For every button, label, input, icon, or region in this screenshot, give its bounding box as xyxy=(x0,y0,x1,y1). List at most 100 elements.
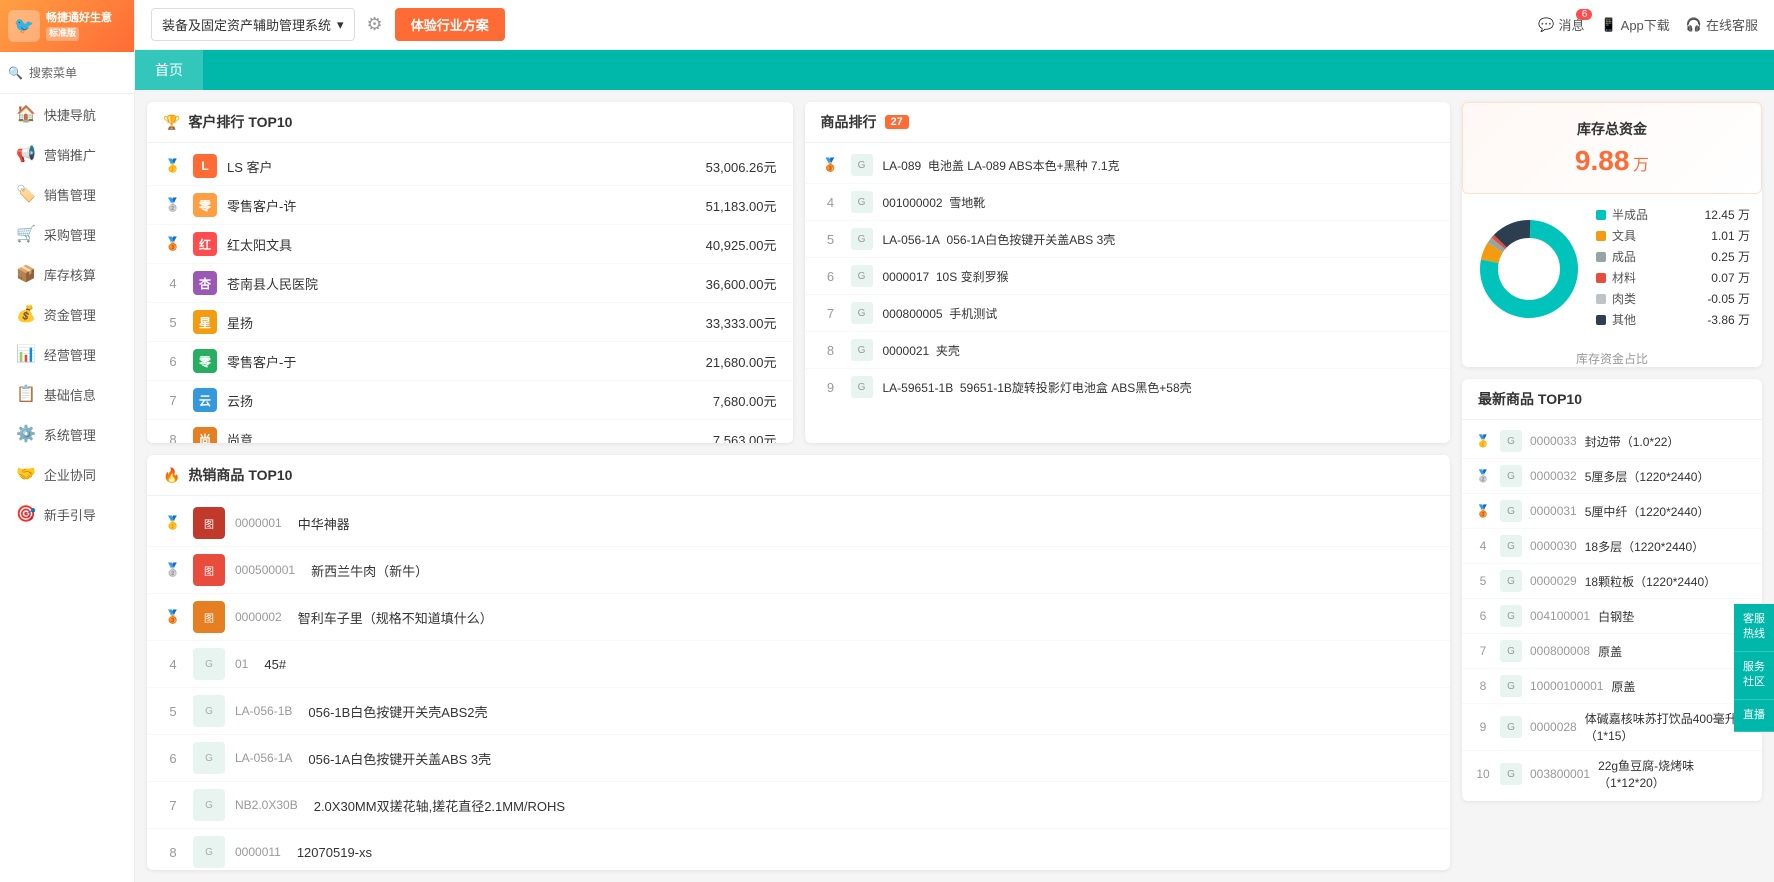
product-code: NB2.0X30B xyxy=(235,798,298,812)
hot-product-item[interactable]: 5 G LA-056-1B 056-1B白色按键开关壳ABS2壳 xyxy=(147,688,1450,735)
chevron-down-icon: ▾ xyxy=(337,17,344,33)
hot-product-item[interactable]: 6 G LA-056-1A 056-1A白色按键开关盖ABS 3壳 xyxy=(147,735,1450,782)
message-badge: 6 xyxy=(1576,9,1592,20)
customer-ranking-item[interactable]: 7 云 云扬 7,680.00元 xyxy=(147,381,793,420)
product-code: 0000001 xyxy=(235,516,282,530)
inventory-unit: 万 xyxy=(1633,157,1649,174)
sidebar: 🐦 畅捷通好生意 标准版 🔍 搜索菜单 🏠快捷导航📢营销推广🏷️销售管理🛒采购管… xyxy=(0,0,135,882)
latest-product-item[interactable]: 5 G 0000029 18颗粒板（1220*2440） xyxy=(1462,564,1762,599)
search-menu-button[interactable]: 🔍 搜索菜单 xyxy=(8,60,126,85)
customer-ranking-item[interactable]: 🥇 L LS 客户 53,006.26元 xyxy=(147,147,793,186)
customer-ranking-title: 客户排行 TOP10 xyxy=(188,112,292,132)
search-icon: 🔍 xyxy=(8,66,23,80)
product-thumb: G xyxy=(193,695,225,727)
online-service-action[interactable]: 🎧 在线客服 xyxy=(1686,15,1758,34)
pr-info: 001000002 雪地靴 xyxy=(883,194,1435,211)
legend-value: 12.45 万 xyxy=(1705,206,1750,223)
sidebar-item-销售管理[interactable]: 🏷️销售管理 xyxy=(0,174,134,214)
content-area: 🏆 客户排行 TOP10 🥇 L LS 客户 53,006.26元 🥈 零 零售… xyxy=(135,90,1774,882)
latest-product-item[interactable]: 9 G 0000028 体碱嘉核味苏打饮品400毫升（1*15） xyxy=(1462,704,1762,751)
product-right-ranking-card: 商品排行 27 🥉 G LA-089 电池盖 LA-089 ABS本色+黑种 7… xyxy=(805,102,1451,443)
message-action[interactable]: 💬 消息 6 xyxy=(1538,15,1584,34)
product-code: LA-056-1B xyxy=(235,704,292,718)
product-right-item[interactable]: 🥉 G LA-089 电池盖 LA-089 ABS本色+黑种 7.1克 xyxy=(805,147,1451,184)
lp-rank-num: 9 xyxy=(1474,720,1492,734)
product-name: 智利车子里（规格不知道填什么） xyxy=(298,608,493,627)
legend-label: 成品 xyxy=(1612,248,1705,265)
latest-product-item[interactable]: 8 G 10000100001 原盖 xyxy=(1462,669,1762,704)
sidebar-item-资金管理[interactable]: 💰资金管理 xyxy=(0,294,134,334)
customer-ranking-item[interactable]: 8 尚 尚意 7,563.00元 xyxy=(147,420,793,443)
rank-amount: 7,680.00元 xyxy=(713,391,777,410)
latest-product-item[interactable]: 🥇 G 0000033 封边带（1.0*22） xyxy=(1462,424,1762,459)
product-right-header: 商品排行 27 xyxy=(805,102,1451,143)
hot-products-card: 🔥 热销商品 TOP10 🥇 图 0000001 中华神器 🥈 图 000500… xyxy=(147,455,1450,870)
donut-legend: 半成品 12.45 万 文具 1.01 万 成品 0.25 万 材料 0.07 … xyxy=(1596,206,1750,332)
settings-button[interactable]: ⚙ xyxy=(367,14,383,35)
sidebar-item-库存核算[interactable]: 📦库存核算 xyxy=(0,254,134,294)
sidebar-item-经营管理[interactable]: 📊经营管理 xyxy=(0,334,134,374)
lp-thumb: G xyxy=(1500,763,1522,785)
rank-number: 🥈 xyxy=(163,197,183,213)
hot-product-item[interactable]: 4 G 01 45# xyxy=(147,641,1450,688)
hot-product-item[interactable]: 🥈 图 000500001 新西兰牛肉（新牛） xyxy=(147,547,1450,594)
legend-item: 成品 0.25 万 xyxy=(1596,248,1750,265)
product-right-item[interactable]: 6 G 0000017 10S 变刹罗猴 xyxy=(805,258,1451,295)
latest-product-item[interactable]: 🥉 G 0000031 5厘中纤（1220*2440） xyxy=(1462,494,1762,529)
hot-product-item[interactable]: 🥇 图 0000001 中华神器 xyxy=(147,500,1450,547)
app-download-action[interactable]: 📱 App下载 xyxy=(1600,15,1669,34)
product-right-item[interactable]: 9 G LA-59651-1B 59651-1B旋转投影灯电池盒 ABS黑色+5… xyxy=(805,369,1451,405)
sidebar-item-新手引导[interactable]: 🎯新手引导 xyxy=(0,494,134,534)
latest-product-item[interactable]: 6 G 004100001 白钢垫 xyxy=(1462,599,1762,634)
rank-number: 🥇 xyxy=(163,158,183,174)
customer-ranking-item[interactable]: 4 杏 苍南县人民医院 36,600.00元 xyxy=(147,264,793,303)
product-right-item[interactable]: 8 G 0000021 夹壳 xyxy=(805,332,1451,369)
product-rank-title: 商品排行 xyxy=(821,112,877,132)
product-right-item[interactable]: 7 G 000800005 手机测试 xyxy=(805,295,1451,332)
sidebar-item-基础信息[interactable]: 📋基础信息 xyxy=(0,374,134,414)
lp-code: 0000031 xyxy=(1530,504,1577,518)
float-btn[interactable]: 直播 xyxy=(1734,700,1774,732)
sidebar-item-营销推广[interactable]: 📢营销推广 xyxy=(0,134,134,174)
hot-product-item[interactable]: 8 G 0000011 12070519-xs xyxy=(147,829,1450,870)
customer-ranking-item[interactable]: 6 零 零售客户-于 21,680.00元 xyxy=(147,342,793,381)
lp-rank-num: 🥈 xyxy=(1474,469,1492,483)
lp-thumb: G xyxy=(1500,535,1522,557)
product-right-item[interactable]: 5 G LA-056-1A 056-1A白色按键开关盖ABS 3壳 xyxy=(805,221,1451,258)
customer-ranking-item[interactable]: 🥉 红 红太阳文具 40,925.00元 xyxy=(147,225,793,264)
sidebar-nav: 🏠快捷导航📢营销推广🏷️销售管理🛒采购管理📦库存核算💰资金管理📊经营管理📋基础信… xyxy=(0,94,134,534)
logo-icon: 🐦 xyxy=(8,10,40,42)
pr-thumb: G xyxy=(851,228,873,250)
nav-label: 销售管理 xyxy=(44,185,96,204)
sidebar-item-企业协同[interactable]: 🤝企业协同 xyxy=(0,454,134,494)
inventory-value: 9.88 xyxy=(1575,145,1630,176)
float-btn[interactable]: 服务 社区 xyxy=(1734,652,1774,700)
product-right-item[interactable]: 4 G 001000002 雪地靴 xyxy=(805,184,1451,221)
legend-dot xyxy=(1596,252,1606,262)
latest-product-item[interactable]: 10 G 003800001 22g鱼豆腐-烧烤味（1*12*20） xyxy=(1462,751,1762,797)
hot-product-item[interactable]: 🥉 图 0000002 智利车子里（规格不知道填什么） xyxy=(147,594,1450,641)
sidebar-item-采购管理[interactable]: 🛒采购管理 xyxy=(0,214,134,254)
latest-product-item[interactable]: 🥈 G 0000032 5厘多层（1220*2440） xyxy=(1462,459,1762,494)
sidebar-item-快捷导航[interactable]: 🏠快捷导航 xyxy=(0,94,134,134)
legend-value: -3.86 万 xyxy=(1707,311,1750,328)
customer-ranking-item[interactable]: 5 星 星扬 33,333.00元 xyxy=(147,303,793,342)
pr-info: 0000017 10S 变刹罗猴 xyxy=(883,268,1435,285)
float-btn[interactable]: 客服 热线 xyxy=(1734,604,1774,652)
lp-rank-num: 5 xyxy=(1474,574,1492,588)
message-icon: 💬 xyxy=(1538,17,1554,33)
rank-name: 苍南县人民医院 xyxy=(227,274,696,293)
product-name: 056-1A白色按键开关盖ABS 3壳 xyxy=(308,749,491,768)
customer-ranking-item[interactable]: 🥈 零 零售客户-许 51,183.00元 xyxy=(147,186,793,225)
trial-button[interactable]: 体验行业方案 xyxy=(395,8,505,41)
latest-product-item[interactable]: 4 G 0000030 18多层（1220*2440） xyxy=(1462,529,1762,564)
tab-bar: 首页 xyxy=(135,50,1774,90)
sidebar-item-系统管理[interactable]: ⚙️系统管理 xyxy=(0,414,134,454)
tab-home[interactable]: 首页 xyxy=(135,50,203,90)
rank-number: 6 xyxy=(163,354,183,369)
hot-product-item[interactable]: 7 G NB2.0X30B 2.0X30MM双搓花轴,搓花直径2.1MM/ROH… xyxy=(147,782,1450,829)
rank-name: 零售客户-于 xyxy=(227,352,696,371)
system-selector[interactable]: 装备及固定资产辅助管理系统 ▾ xyxy=(151,8,355,41)
latest-product-item[interactable]: 7 G 000800008 原盖 xyxy=(1462,634,1762,669)
inventory-subtitle: 库存资金占比 xyxy=(1462,350,1762,367)
